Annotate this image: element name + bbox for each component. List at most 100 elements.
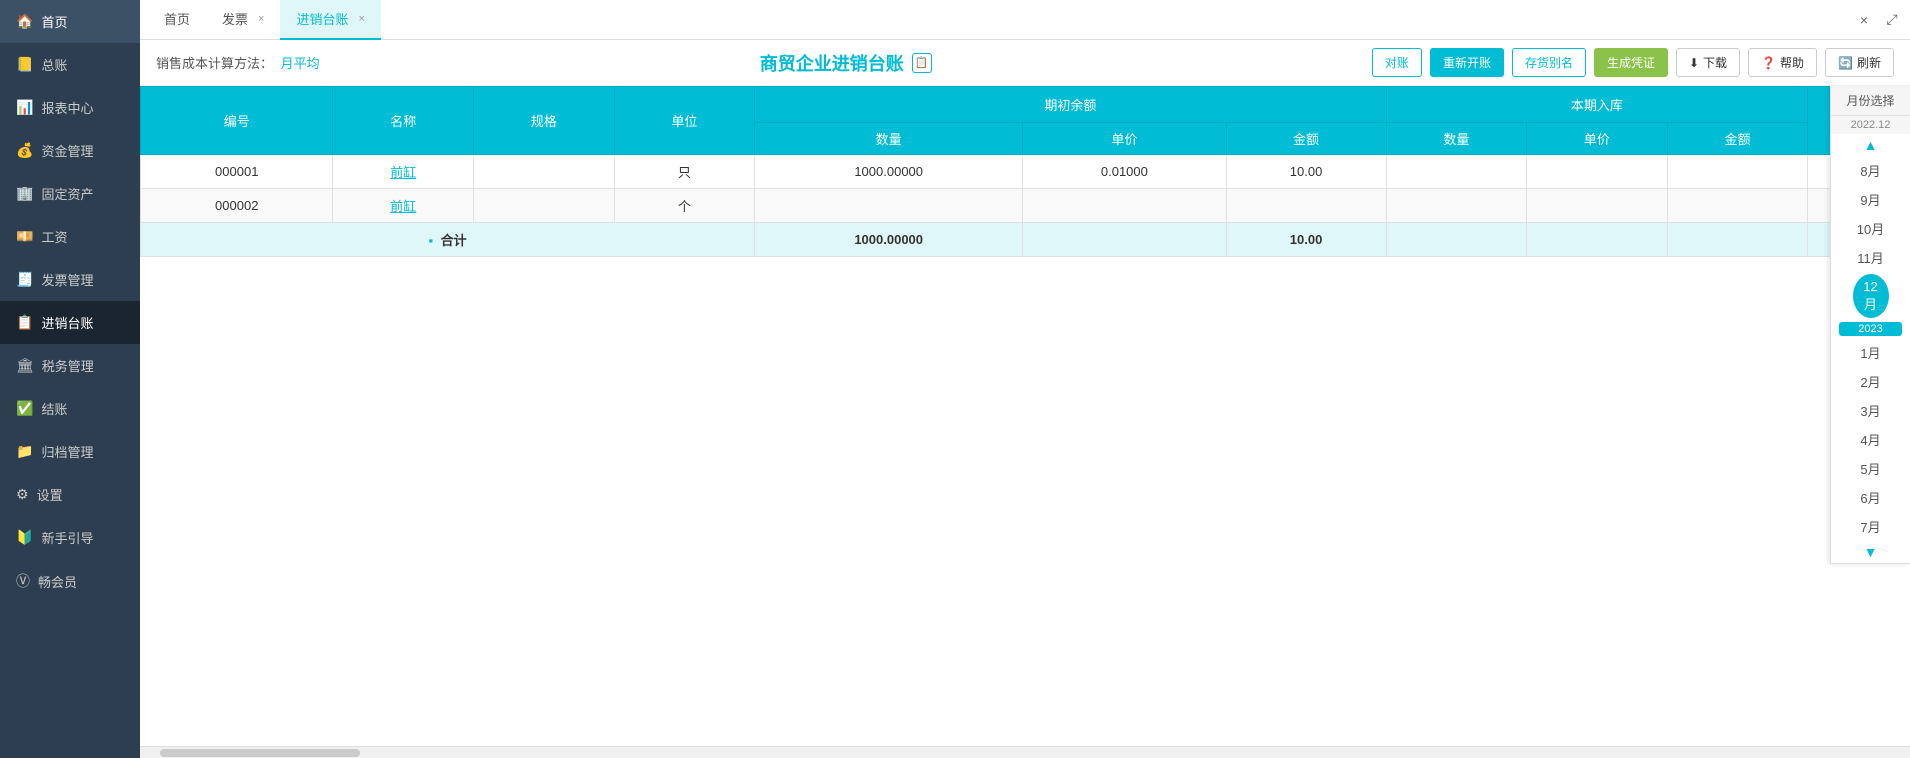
- tab-invoice[interactable]: 发票 ×: [206, 0, 280, 40]
- table-row: 000002 前缸 个: [141, 189, 1910, 223]
- col-header-qichu: 期初余额: [755, 87, 1386, 123]
- sidebar-item-tax[interactable]: 🏛 税务管理: [0, 344, 140, 387]
- horizontal-scrollbar[interactable]: [140, 746, 1910, 758]
- sub-header-qc-amount: 金额: [1226, 123, 1386, 155]
- invoice-mgmt-icon: 🧾: [16, 271, 33, 288]
- reopen-button[interactable]: 重新开账: [1430, 48, 1504, 77]
- settlement-icon: ✅: [16, 400, 33, 417]
- sub-header-rk-qty: 数量: [1386, 123, 1527, 155]
- total-qc-amount: 10.00: [1226, 223, 1386, 257]
- refresh-icon: 🔄: [1838, 56, 1853, 70]
- month-item-4[interactable]: 4月: [1831, 425, 1910, 454]
- cell-name: 前缸: [333, 155, 474, 189]
- month-item-3[interactable]: 3月: [1831, 396, 1910, 425]
- scroll-thumb[interactable]: [160, 749, 360, 757]
- assets-icon: 🏢: [16, 185, 33, 202]
- sidebar-item-guide[interactable]: 🔰 新手引导: [0, 516, 140, 559]
- action-buttons: 对账 重新开账 存货别名 生成凭证 ⬇ 下载 ❓ 帮助 🔄 刷新: [1372, 48, 1894, 77]
- salary-icon: 💴: [16, 228, 33, 245]
- sidebar-item-funds[interactable]: 💰 资金管理: [0, 129, 140, 172]
- cell-qc-amount: 10.00: [1226, 155, 1386, 189]
- total-rk-qty: [1386, 223, 1527, 257]
- cell-rk-amount: [1667, 155, 1808, 189]
- tab-purchase-sales[interactable]: 进销台账 ×: [280, 0, 380, 40]
- info-bar: 销售成本计算方法： 月平均 商贸企业进销台账 📋 对账 重新开账 存货别名 生成…: [140, 40, 1910, 86]
- content-area: 销售成本计算方法： 月平均 商贸企业进销台账 📋 对账 重新开账 存货别名 生成…: [140, 40, 1910, 758]
- cell-name: 前缸: [333, 189, 474, 223]
- month-item-8[interactable]: 8月: [1831, 156, 1910, 185]
- archive-icon: 📁: [16, 443, 33, 460]
- sidebar-item-member[interactable]: Ⓥ 畅会员: [0, 559, 140, 603]
- month-item-11[interactable]: 11月: [1831, 243, 1910, 272]
- total-rk-price: [1527, 223, 1668, 257]
- sidebar-item-assets[interactable]: 🏢 固定资产: [0, 172, 140, 215]
- month-item-5[interactable]: 5月: [1831, 454, 1910, 483]
- sidebar-item-salary[interactable]: 💴 工资: [0, 215, 140, 258]
- member-icon: Ⓥ: [16, 571, 30, 591]
- col-header-spec: 规格: [474, 87, 615, 155]
- cell-qc-price: [1023, 189, 1226, 223]
- sidebar-item-archive[interactable]: 📁 归档管理: [0, 430, 140, 473]
- month-nav-down[interactable]: ▼: [1831, 541, 1910, 563]
- month-panel-current-year: 2022.12: [1831, 116, 1910, 134]
- month-panel-header: 月份选择: [1831, 86, 1910, 116]
- cell-rk-qty: [1386, 155, 1527, 189]
- close-invoice-tab[interactable]: ×: [258, 13, 264, 25]
- sidebar-item-purchase-sales[interactable]: 📋 进销台账: [0, 301, 140, 344]
- info-icon[interactable]: 📋: [912, 53, 932, 73]
- help-button[interactable]: ❓ 帮助: [1748, 48, 1817, 77]
- download-button[interactable]: ⬇ 下载: [1676, 48, 1740, 77]
- ledger-icon: 📒: [16, 56, 33, 73]
- col-header-ruku: 本期入库: [1386, 87, 1808, 123]
- sidebar-item-invoice-mgmt[interactable]: 🧾 发票管理: [0, 258, 140, 301]
- year-badge-2023: 2023: [1839, 322, 1902, 336]
- cost-method-label: 销售成本计算方法： 月平均: [156, 53, 320, 72]
- minimize-button[interactable]: ×: [1854, 10, 1874, 30]
- table-row: 000001 前缸 只 1000.00000 0.01000 10.00: [141, 155, 1910, 189]
- sidebar: 🏠 首页 📒 总账 📊 报表中心 💰 资金管理 🏢 固定资产 💴 工资 🧾 发票…: [0, 0, 140, 758]
- cell-rk-qty: [1386, 189, 1527, 223]
- total-label: ▪ 合计: [141, 223, 755, 257]
- generate-voucher-button[interactable]: 生成凭证: [1594, 48, 1668, 77]
- cell-unit: 只: [614, 155, 755, 189]
- cell-unit: 个: [614, 189, 755, 223]
- sidebar-item-home[interactable]: 🏠 首页: [0, 0, 140, 43]
- download-icon: ⬇: [1689, 56, 1699, 70]
- cell-qc-qty: [755, 189, 1023, 223]
- total-qc-qty: 1000.00000: [755, 223, 1023, 257]
- table-wrapper: 编号 名称 规格 单位 期初余额 本期入库 数 数量 单价 金额 数量 单价: [140, 86, 1910, 746]
- sidebar-item-settings[interactable]: ⚙ 设置: [0, 473, 140, 516]
- month-item-2[interactable]: 2月: [1831, 367, 1910, 396]
- cell-rk-price: [1527, 189, 1668, 223]
- settings-icon: ⚙: [16, 486, 29, 503]
- funds-icon: 💰: [16, 142, 33, 159]
- tab-home[interactable]: 首页: [148, 0, 206, 40]
- refresh-button[interactable]: 🔄 刷新: [1825, 48, 1894, 77]
- sub-header-qc-price: 单价: [1023, 123, 1226, 155]
- help-icon: ❓: [1761, 56, 1776, 70]
- month-item-10[interactable]: 10月: [1831, 214, 1910, 243]
- tax-icon: 🏛: [16, 357, 34, 374]
- month-item-12[interactable]: 12月: [1853, 274, 1889, 318]
- month-item-6[interactable]: 6月: [1831, 483, 1910, 512]
- close-purchase-sales-tab[interactable]: ×: [358, 13, 364, 25]
- cell-id: 000001: [141, 155, 333, 189]
- reports-icon: 📊: [16, 99, 33, 116]
- month-item-9[interactable]: 9月: [1831, 185, 1910, 214]
- sidebar-item-settlement[interactable]: ✅ 结账: [0, 387, 140, 430]
- save-alias-button[interactable]: 存货别名: [1512, 48, 1586, 77]
- cell-qc-price: 0.01000: [1023, 155, 1226, 189]
- month-item-7[interactable]: 7月: [1831, 512, 1910, 541]
- month-item-1[interactable]: 1月: [1831, 338, 1910, 367]
- cell-id: 000002: [141, 189, 333, 223]
- month-panel: 月份选择 2022.12 ▲ 8月 9月 10月 11月 12月 2023 1月…: [1830, 86, 1910, 564]
- sidebar-item-ledger[interactable]: 📒 总账: [0, 43, 140, 86]
- cell-qc-amount: [1226, 189, 1386, 223]
- cost-method-value: 月平均: [281, 56, 320, 71]
- duizhang-button[interactable]: 对账: [1372, 48, 1422, 77]
- maximize-button[interactable]: ⤢: [1882, 10, 1902, 30]
- page-title-area: 商贸企业进销台账 📋: [320, 50, 1372, 76]
- month-nav-up[interactable]: ▲: [1831, 134, 1910, 156]
- col-header-id: 编号: [141, 87, 333, 155]
- sidebar-item-reports[interactable]: 📊 报表中心: [0, 86, 140, 129]
